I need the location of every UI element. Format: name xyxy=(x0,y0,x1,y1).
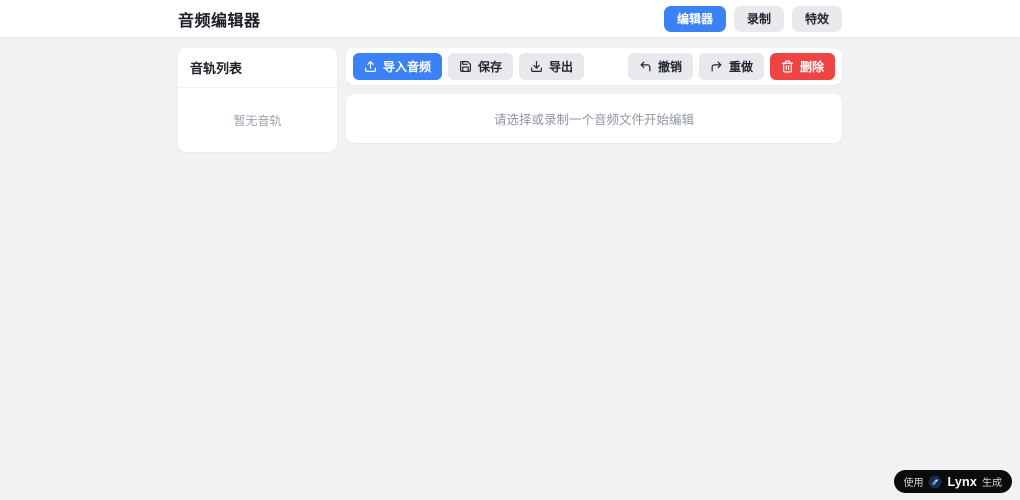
import-audio-button[interactable]: 导入音频 xyxy=(353,53,443,80)
toolbar-left-group: 导入音频 保存 导出 xyxy=(353,53,585,80)
lynx-logo-icon xyxy=(928,475,942,489)
editor-empty-panel: 请选择或录制一个音频文件开始编辑 xyxy=(346,94,842,143)
delete-label: 删除 xyxy=(799,59,824,74)
trash-icon xyxy=(781,60,794,73)
badge-suffix: 生成 xyxy=(982,478,1002,489)
undo-label: 撤销 xyxy=(657,59,682,74)
badge-brand: Lynx xyxy=(947,474,977,489)
editor-main: 导入音频 保存 导出 撤销 重做 删除 请选择或录制一个音频文件开始编辑 xyxy=(346,48,842,143)
lynx-attribution-badge[interactable]: 使用 Lynx 生成 xyxy=(894,470,1012,493)
app-header: 音频编辑器 编辑器 录制 特效 xyxy=(0,0,1020,38)
delete-button[interactable]: 删除 xyxy=(769,53,835,80)
export-button[interactable]: 导出 xyxy=(519,53,585,80)
track-list-empty-text: 暂无音轨 xyxy=(233,113,282,128)
save-icon xyxy=(459,60,472,73)
download-icon xyxy=(530,60,543,73)
import-audio-label: 导入音频 xyxy=(383,59,432,74)
page-title: 音频编辑器 xyxy=(178,12,261,30)
redo-button[interactable]: 重做 xyxy=(698,53,764,80)
track-list-header: 音轨列表 xyxy=(178,48,337,88)
badge-prefix: 使用 xyxy=(903,478,924,489)
header-nav: 编辑器 录制 特效 xyxy=(663,5,842,32)
undo-button[interactable]: 撤销 xyxy=(627,53,693,80)
editor-empty-message: 请选择或录制一个音频文件开始编辑 xyxy=(493,113,694,127)
editor-toolbar: 导入音频 保存 导出 撤销 重做 删除 xyxy=(346,48,842,85)
track-list-panel: 音轨列表 暂无音轨 xyxy=(178,48,337,152)
nav-tab-record[interactable]: 录制 xyxy=(733,5,784,32)
export-label: 导出 xyxy=(549,59,574,74)
nav-tab-editor[interactable]: 编辑器 xyxy=(663,5,726,32)
upload-icon xyxy=(364,60,377,73)
redo-icon xyxy=(710,60,723,73)
toolbar-right-group: 撤销 重做 删除 xyxy=(627,53,835,80)
save-button[interactable]: 保存 xyxy=(448,53,514,80)
save-label: 保存 xyxy=(478,59,503,74)
undo-icon xyxy=(639,60,652,73)
track-list-title: 音轨列表 xyxy=(190,61,243,76)
redo-label: 重做 xyxy=(728,59,753,74)
nav-tab-effects[interactable]: 特效 xyxy=(791,5,842,32)
